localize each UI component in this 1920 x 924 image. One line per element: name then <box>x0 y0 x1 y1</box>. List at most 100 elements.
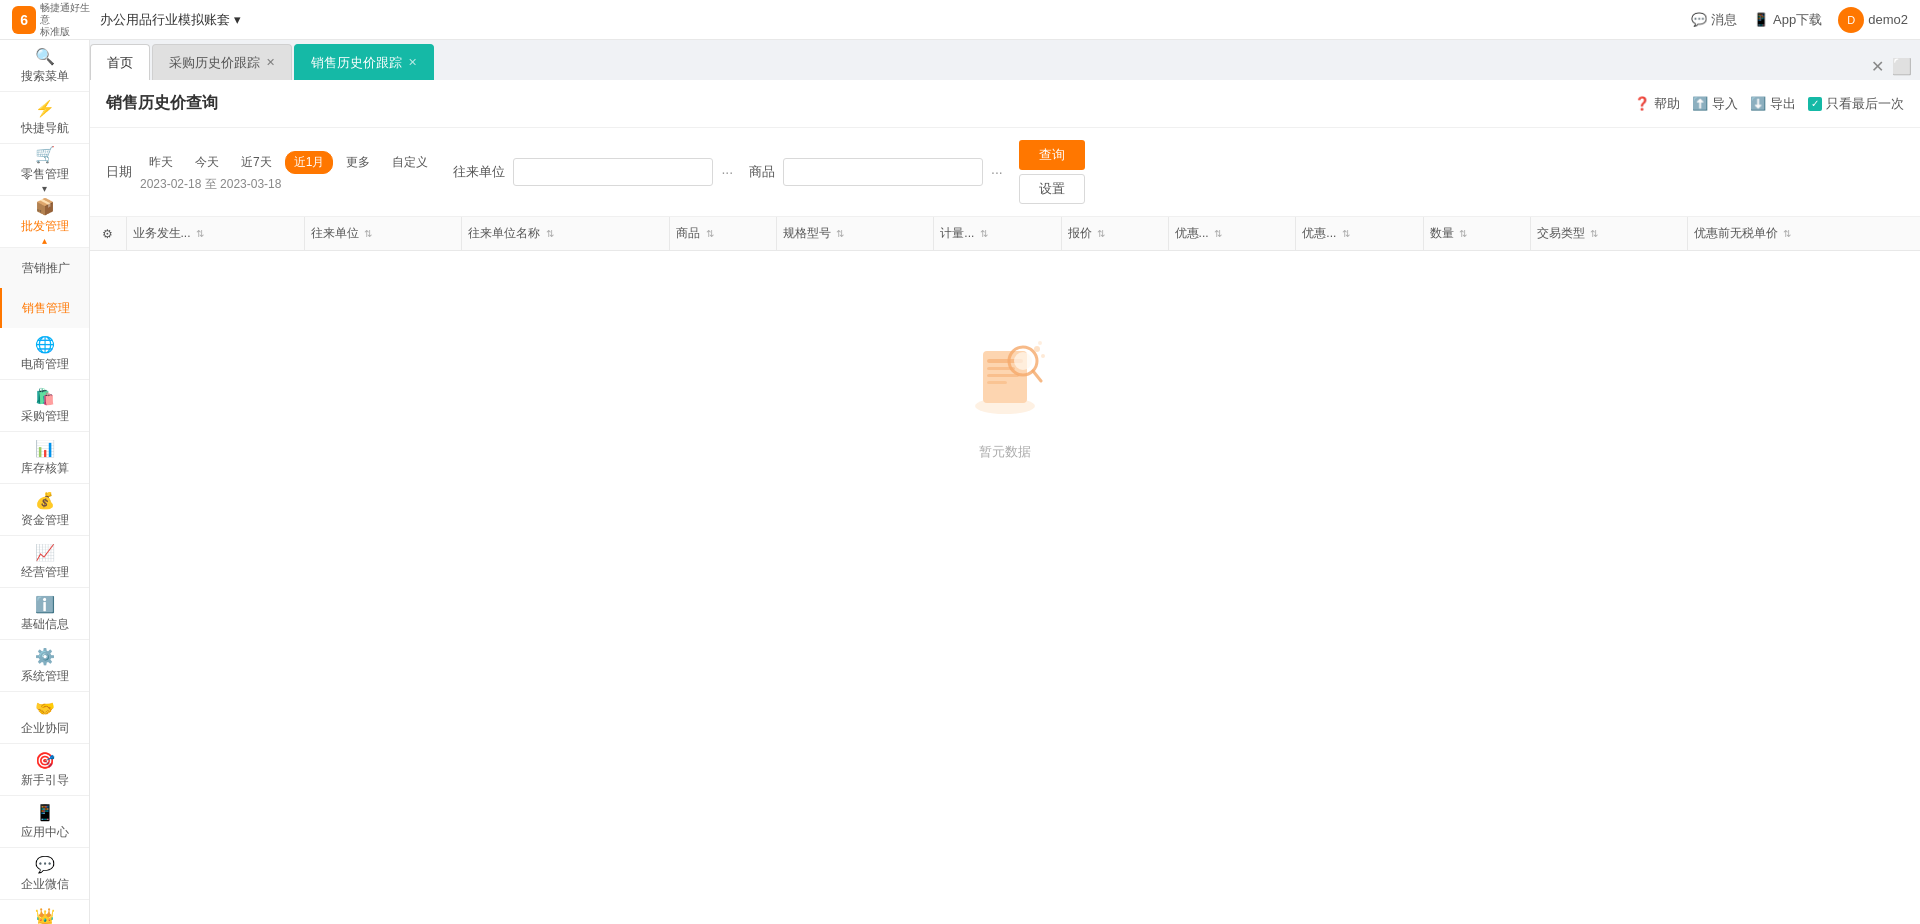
sort-icon: ⇅ <box>364 228 372 239</box>
sidebar-item-newbie[interactable]: 🎯 新手引导 <box>0 744 89 796</box>
goods-filter-group: 商品 ··· <box>749 158 1003 186</box>
th-trade-type[interactable]: 交易类型 ⇅ <box>1530 217 1687 251</box>
table-container: ⚙ 业务发生... ⇅ 往来单位 ⇅ 往来单位名称 ⇅ <box>90 217 1920 541</box>
sidebar-item-system[interactable]: ⚙️ 系统管理 <box>0 640 89 692</box>
dropdown-arrow-icon: ▾ <box>234 12 241 27</box>
chevron-down-icon: ▾ <box>42 183 47 194</box>
date-label: 日期 <box>106 163 132 181</box>
data-table: ⚙ 业务发生... ⇅ 往来单位 ⇅ 往来单位名称 ⇅ <box>90 217 1920 251</box>
svg-point-10 <box>1041 354 1045 358</box>
tab-close-sales[interactable]: ✕ <box>408 56 417 69</box>
cooperation-icon: 🤝 <box>35 699 55 718</box>
th-partner-code[interactable]: 往来单位 ⇅ <box>305 217 462 251</box>
th-quote[interactable]: 报价 ⇅ <box>1062 217 1169 251</box>
settings-icon: ⚙ <box>102 227 113 241</box>
svg-point-9 <box>1034 346 1040 352</box>
wechat-icon: 💬 <box>35 855 55 874</box>
sidebar-item-retail[interactable]: 🛒 零售管理 ▾ <box>0 144 89 196</box>
export-icon: ⬇️ <box>1750 96 1766 111</box>
sidebar-item-search[interactable]: 🔍 搜索菜单 <box>0 40 89 92</box>
message-btn[interactable]: 💬 消息 <box>1691 11 1737 29</box>
sidebar-item-marketing[interactable]: 营销推广 <box>0 248 89 288</box>
app-download-btn[interactable]: 📱 App下载 <box>1753 11 1822 29</box>
sidebar: 🔍 搜索菜单 ⚡ 快捷导航 🛒 零售管理 ▾ 📦 批发管理 ▴ 营销推广 销售管… <box>0 40 90 924</box>
import-icon: ⬆️ <box>1692 96 1708 111</box>
partner-input[interactable] <box>513 158 713 186</box>
sidebar-item-basic[interactable]: ℹ️ 基础信息 <box>0 588 89 640</box>
tab-bar-actions: ✕ ⬜ <box>1871 57 1920 80</box>
th-partner-name[interactable]: 往来单位名称 ⇅ <box>462 217 670 251</box>
sidebar-item-wholesale[interactable]: 📦 批发管理 ▴ <box>0 196 89 248</box>
content-area: 销售历史价查询 ❓ 帮助 ⬆️ 导入 ⬇️ 导出 ✓ 只看最后一次 <box>90 80 1920 924</box>
tab-bar: 首页 采购历史价跟踪 ✕ 销售历史价跟踪 ✕ ✕ ⬜ <box>90 40 1920 80</box>
th-unit[interactable]: 计量... ⇅ <box>934 217 1062 251</box>
svg-point-7 <box>1014 352 1032 370</box>
tab-close-purchase[interactable]: ✕ <box>266 56 275 69</box>
sidebar-item-apps[interactable]: 📱 应用中心 <box>0 796 89 848</box>
date-btn-custom[interactable]: 自定义 <box>383 151 437 174</box>
user-avatar[interactable]: D demo2 <box>1838 7 1908 33</box>
sidebar-item-inventory[interactable]: 📊 库存核算 <box>0 432 89 484</box>
empty-icon <box>955 331 1055 431</box>
org-selector[interactable]: 办公用品行业模拟账套 ▾ <box>100 11 241 29</box>
date-btn-7days[interactable]: 近7天 <box>232 151 281 174</box>
date-buttons: 昨天 今天 近7天 近1月 更多 自定义 <box>140 151 437 174</box>
tab-close-all-btn[interactable]: ✕ <box>1871 57 1884 76</box>
checkbox-icon: ✓ <box>1808 97 1822 111</box>
tab-sales-history[interactable]: 销售历史价跟踪 ✕ <box>294 44 434 80</box>
main-area: 首页 采购历史价跟踪 ✕ 销售历史价跟踪 ✕ ✕ ⬜ 销售历史价查询 ❓ 帮助 <box>90 40 1920 924</box>
date-btn-more[interactable]: 更多 <box>337 151 379 174</box>
import-btn[interactable]: ⬆️ 导入 <box>1692 95 1738 113</box>
sort-icon: ⇅ <box>1214 228 1222 239</box>
tab-maximize-btn[interactable]: ⬜ <box>1892 57 1912 76</box>
ecommerce-icon: 🌐 <box>35 335 55 354</box>
basic-icon: ℹ️ <box>35 595 55 614</box>
th-discount1[interactable]: 优惠... ⇅ <box>1168 217 1296 251</box>
sidebar-item-finance[interactable]: 💰 资金管理 <box>0 484 89 536</box>
sidebar-item-shortcut[interactable]: ⚡ 快捷导航 <box>0 92 89 144</box>
svg-point-11 <box>1038 341 1042 345</box>
date-btn-today[interactable]: 今天 <box>186 151 228 174</box>
newbie-icon: 🎯 <box>35 751 55 770</box>
export-btn[interactable]: ⬇️ 导出 <box>1750 95 1796 113</box>
help-btn[interactable]: ❓ 帮助 <box>1634 95 1680 113</box>
table-header-row: ⚙ 业务发生... ⇅ 往来单位 ⇅ 往来单位名称 ⇅ <box>90 217 1920 251</box>
sort-icon: ⇅ <box>980 228 988 239</box>
th-quantity[interactable]: 数量 ⇅ <box>1424 217 1531 251</box>
apps-icon: 📱 <box>35 803 55 822</box>
top-bar: 6 畅捷通好生意 标准版 办公用品行业模拟账套 ▾ 💬 消息 📱 App下载 D… <box>0 0 1920 40</box>
goods-input[interactable] <box>783 158 983 186</box>
sidebar-item-member[interactable]: 👑 畅会员 <box>0 900 89 924</box>
svg-rect-5 <box>987 381 1007 384</box>
tab-home[interactable]: 首页 <box>90 44 150 80</box>
system-icon: ⚙️ <box>35 647 55 666</box>
sidebar-item-sales-mgmt[interactable]: 销售管理 <box>0 288 89 328</box>
th-settings[interactable]: ⚙ <box>90 217 126 251</box>
th-pre-tax-price[interactable]: 优惠前无税单价 ⇅ <box>1687 217 1920 251</box>
inventory-icon: 📊 <box>35 439 55 458</box>
operations-icon: 📈 <box>35 543 55 562</box>
date-btn-yesterday[interactable]: 昨天 <box>140 151 182 174</box>
settings-button[interactable]: 设置 <box>1019 174 1085 204</box>
th-biz-date[interactable]: 业务发生... ⇅ <box>126 217 305 251</box>
sidebar-item-ecommerce[interactable]: 🌐 电商管理 <box>0 328 89 380</box>
sidebar-item-operations[interactable]: 📈 经营管理 <box>0 536 89 588</box>
sidebar-item-purchase[interactable]: 🛍️ 采购管理 <box>0 380 89 432</box>
th-goods[interactable]: 商品 ⇅ <box>670 217 777 251</box>
date-btn-1month[interactable]: 近1月 <box>285 151 334 174</box>
query-button[interactable]: 查询 <box>1019 140 1085 170</box>
th-discount2[interactable]: 优惠... ⇅ <box>1296 217 1424 251</box>
sidebar-item-wechat[interactable]: 💬 企业微信 <box>0 848 89 900</box>
date-filter-group: 日期 昨天 今天 近7天 近1月 更多 自定义 2023-02-18 至 202… <box>106 151 437 193</box>
wholesale-icon: 📦 <box>35 197 55 216</box>
shortcut-icon: ⚡ <box>35 99 55 118</box>
th-spec[interactable]: 规格型号 ⇅ <box>777 217 934 251</box>
svg-line-8 <box>1033 371 1041 381</box>
sidebar-item-cooperation[interactable]: 🤝 企业协同 <box>0 692 89 744</box>
goods-ellipsis-btn[interactable]: ··· <box>991 164 1003 180</box>
partner-ellipsis-btn[interactable]: ··· <box>721 164 733 180</box>
tab-purchase-history[interactable]: 采购历史价跟踪 ✕ <box>152 44 292 80</box>
logo-icon: 6 <box>12 6 36 34</box>
header-right: 💬 消息 📱 App下载 D demo2 <box>1691 7 1908 33</box>
only-last-checkbox[interactable]: ✓ 只看最后一次 <box>1808 95 1904 113</box>
